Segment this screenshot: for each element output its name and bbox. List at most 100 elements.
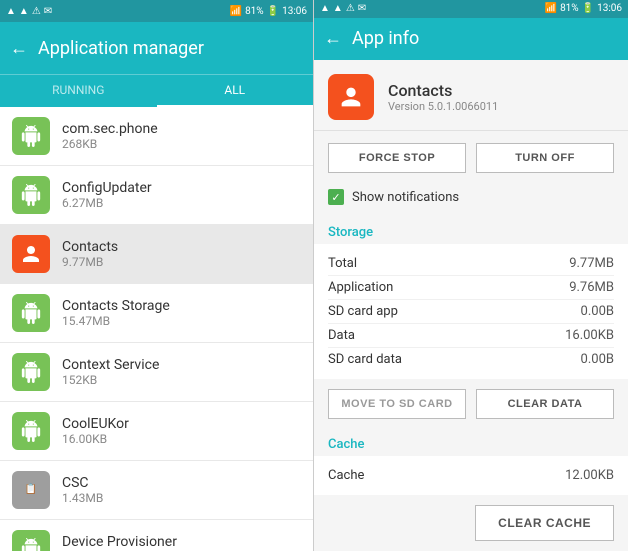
left-status-icons: ▲ ▲ ⚠ ✉ — [6, 6, 52, 17]
storage-value: 9.76MB — [569, 280, 614, 295]
app-icon-android — [12, 353, 50, 391]
storage-label: Data — [328, 328, 355, 343]
app-size: 16.00KB — [62, 432, 301, 446]
app-info: CoolEUKor 16.00KB — [62, 416, 301, 446]
battery-percent: 81% — [245, 6, 264, 17]
cache-row: Cache 12.00KB — [328, 464, 614, 487]
app-icon-android — [12, 176, 50, 214]
left-panel: ▲ ▲ ⚠ ✉ 📶 81% 🔋 13:06 ← Application mana… — [0, 0, 314, 551]
app-info: Device Provisioner 752KB — [62, 534, 301, 551]
action-buttons: FORCE STOP TURN OFF — [314, 131, 628, 185]
right-status-icons: ▲ ▲ ⚠ ✉ — [320, 3, 366, 14]
app-info: Context Service 152KB — [62, 357, 301, 387]
time-display: 13:06 — [282, 6, 307, 17]
battery-percent: 81% — [560, 3, 579, 14]
app-icon-csc: 📋 — [12, 471, 50, 509]
detail-app-name: Contacts — [388, 81, 498, 100]
right-panel: ▲ ▲ ⚠ ✉ 📶 81% 🔋 13:06 ← App info Contact… — [314, 0, 628, 551]
alert-icon: ⚠ — [346, 3, 355, 14]
envelope-icon: ✉ — [44, 6, 52, 17]
right-header: ← App info — [314, 18, 628, 60]
app-icon-android — [12, 412, 50, 450]
app-icon-android — [12, 117, 50, 155]
detail-app-info: Contacts Version 5.0.1.0066011 — [388, 81, 498, 113]
left-status-right: 📶 81% 🔋 13:06 — [230, 6, 307, 17]
cache-actions: CLEAR CACHE — [314, 495, 628, 551]
battery-icon: 🔋 — [582, 3, 594, 14]
storage-label: Application — [328, 280, 393, 295]
tab-bar: RUNNING ALL — [0, 74, 313, 107]
move-to-sd-button[interactable]: MOVE TO SD CARD — [328, 389, 466, 419]
cache-label: Cache — [328, 468, 364, 483]
app-size: 15.47MB — [62, 314, 301, 328]
storage-value: 9.77MB — [569, 256, 614, 271]
storage-section: Total 9.77MB Application 9.76MB SD card … — [314, 244, 628, 379]
storage-actions: MOVE TO SD CARD CLEAR DATA — [314, 379, 628, 429]
storage-row-data: Data 16.00KB — [328, 324, 614, 348]
warning-icon-2: ▲ — [333, 3, 343, 14]
cache-section-title: Cache — [314, 429, 628, 456]
warning-icon: ▲ — [320, 3, 330, 14]
time-display: 13:06 — [597, 3, 622, 14]
warning-icon-2: ▲ — [19, 6, 29, 17]
cache-section: Cache 12.00KB — [314, 456, 628, 495]
app-size: 6.27MB — [62, 196, 301, 210]
page-title: App info — [352, 28, 419, 49]
app-name: Contacts — [62, 239, 301, 255]
storage-row-sdcard-data: SD card data 0.00B — [328, 348, 614, 371]
wifi-icon: 📶 — [545, 3, 557, 14]
storage-section-title: Storage — [314, 217, 628, 244]
tab-all[interactable]: ALL — [157, 75, 314, 107]
app-info: Contacts Storage 15.47MB — [62, 298, 301, 328]
app-size: 1.43MB — [62, 491, 301, 505]
alert-icon: ⚠ — [32, 6, 41, 17]
list-item[interactable]: CoolEUKor 16.00KB — [0, 402, 313, 461]
clear-data-button[interactable]: CLEAR DATA — [476, 389, 614, 419]
notifications-checkbox[interactable]: ✓ — [328, 189, 344, 205]
detail-app-version: Version 5.0.1.0066011 — [388, 100, 498, 113]
storage-row-application: Application 9.76MB — [328, 276, 614, 300]
app-name: Contacts Storage — [62, 298, 301, 314]
tab-running[interactable]: RUNNING — [0, 75, 157, 107]
cache-value: 12.00KB — [565, 468, 614, 483]
app-size: 9.77MB — [62, 255, 301, 269]
list-item[interactable]: 📋 CSC 1.43MB — [0, 461, 313, 520]
app-detail-header: Contacts Version 5.0.1.0066011 — [314, 60, 628, 131]
app-info: Contacts 9.77MB — [62, 239, 301, 269]
app-name: com.sec.phone — [62, 121, 301, 137]
storage-label: Total — [328, 256, 357, 271]
app-icon-android — [12, 294, 50, 332]
envelope-icon: ✉ — [358, 3, 366, 14]
notifications-row: ✓ Show notifications — [314, 185, 628, 217]
detail-app-icon — [328, 74, 374, 120]
clear-cache-button[interactable]: CLEAR CACHE — [475, 505, 614, 541]
list-item[interactable]: com.sec.phone 268KB — [0, 107, 313, 166]
app-info: ConfigUpdater 6.27MB — [62, 180, 301, 210]
list-item[interactable]: Context Service 152KB — [0, 343, 313, 402]
list-item[interactable]: Contacts Storage 15.47MB — [0, 284, 313, 343]
app-name: Context Service — [62, 357, 301, 373]
storage-value: 0.00B — [581, 304, 614, 319]
wifi-icon: 📶 — [230, 6, 242, 17]
list-item[interactable]: Device Provisioner 752KB — [0, 520, 313, 551]
storage-value: 0.00B — [581, 352, 614, 367]
storage-label: SD card app — [328, 304, 398, 319]
storage-label: SD card data — [328, 352, 402, 367]
app-name: CSC — [62, 475, 301, 491]
storage-row-total: Total 9.77MB — [328, 252, 614, 276]
app-info: CSC 1.43MB — [62, 475, 301, 505]
app-name: CoolEUKor — [62, 416, 301, 432]
left-status-bar: ▲ ▲ ⚠ ✉ 📶 81% 🔋 13:06 — [0, 0, 313, 22]
page-title: Application manager — [38, 38, 204, 59]
force-stop-button[interactable]: FORCE STOP — [328, 143, 466, 173]
list-item-selected[interactable]: Contacts 9.77MB — [0, 225, 313, 284]
storage-row-sdcard: SD card app 0.00B — [328, 300, 614, 324]
back-button[interactable]: ← — [10, 38, 28, 59]
app-name: ConfigUpdater — [62, 180, 301, 196]
storage-value: 16.00KB — [565, 328, 614, 343]
list-item[interactable]: ConfigUpdater 6.27MB — [0, 166, 313, 225]
right-status-right: 📶 81% 🔋 13:06 — [545, 3, 622, 14]
battery-icon: 🔋 — [267, 6, 279, 17]
turn-off-button[interactable]: TURN OFF — [476, 143, 614, 173]
back-button[interactable]: ← — [324, 28, 342, 49]
